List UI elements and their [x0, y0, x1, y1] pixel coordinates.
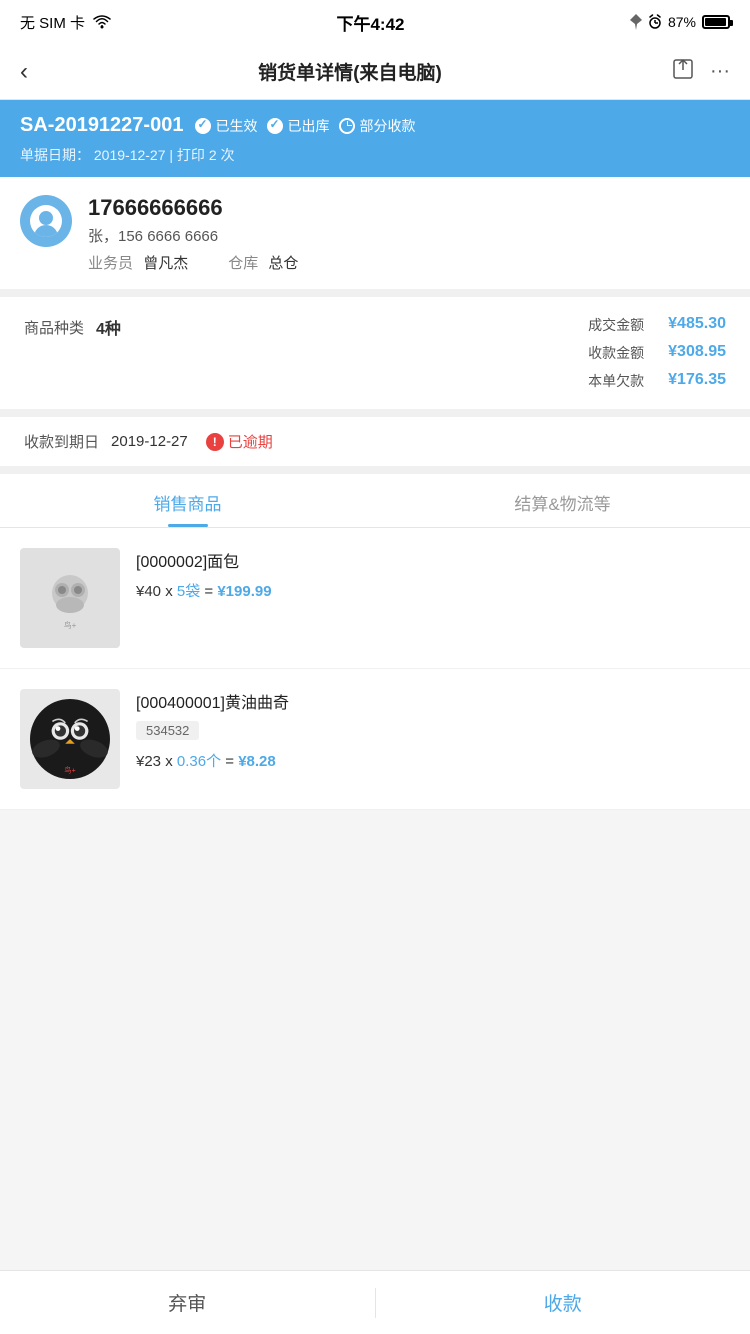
due-section: 收款到期日 2019-12-27 ! 已逾期 [0, 417, 750, 474]
product-item-2: 鸟+ [000400001]黄油曲奇 534532 ¥23 x 0.36个 = … [0, 669, 750, 810]
qty-2: 0.36个 [177, 753, 221, 770]
header-banner: SA-20191227-001 已生效 已出库 部分收款 单据日期： 2019-… [0, 100, 750, 177]
svg-text:鸟+: 鸟+ [64, 766, 75, 775]
location-icon [630, 14, 642, 30]
due-label: 收款到期日 [24, 431, 99, 452]
back-button[interactable]: ‹ [20, 58, 28, 86]
svg-text:鸟+: 鸟+ [64, 620, 77, 630]
salesperson-label: 业务员 [88, 255, 133, 272]
product-name-1: [0000002]面包 [136, 548, 730, 572]
received-row: 收款金额 ¥308.95 [588, 343, 726, 363]
overdue-icon: ! [206, 433, 224, 451]
warehouse-value: 总仓 [268, 255, 298, 272]
salesperson-field: 业务员 曾凡杰 [88, 252, 188, 273]
owed-label: 本单欠款 [588, 371, 644, 391]
total-1: ¥199.99 [217, 583, 271, 600]
due-date: 2019-12-27 [111, 433, 188, 450]
product-price-1: ¥40 x 5袋 = ¥199.99 [136, 580, 730, 601]
product-item: 鸟+ [0000002]面包 ¥40 x 5袋 = ¥199.99 [0, 528, 750, 669]
nav-actions: ··· [672, 58, 730, 86]
received-label: 收款金额 [588, 343, 644, 363]
category-value: 4种 [96, 315, 121, 339]
wifi-icon [93, 15, 111, 29]
check-icon-2 [267, 118, 283, 134]
summary-left: 商品种类 4种 [24, 315, 588, 391]
product-details-1: [0000002]面包 ¥40 x 5袋 = ¥199.99 [136, 548, 730, 601]
status-time: 下午4:42 [336, 10, 404, 35]
status-bar: 无 SIM 卡 下午4:42 87% [0, 0, 750, 44]
status-right: 87% [630, 14, 730, 30]
battery-icon [702, 15, 730, 29]
tab-settlement[interactable]: 结算&物流等 [375, 474, 750, 527]
bottom-bar: 弃审 收款 [0, 1270, 750, 1334]
customer-phone: 17666666666 [88, 195, 730, 221]
summary-section: 商品种类 4种 成交金额 ¥485.30 收款金额 ¥308.95 本单欠款 ¥… [0, 297, 750, 417]
carrier-text: 无 SIM 卡 [20, 12, 85, 33]
customer-meta: 业务员 曾凡杰 仓库 总仓 [88, 252, 730, 273]
clock-icon [339, 118, 355, 134]
amount-value: ¥485.30 [668, 315, 726, 335]
check-icon [195, 118, 211, 134]
amount-row: 成交金额 ¥485.30 [588, 315, 726, 335]
customer-section: 17666666666 张，156 6666 6666 业务员 曾凡杰 仓库 总… [0, 177, 750, 297]
product-list: 鸟+ [0000002]面包 ¥40 x 5袋 = ¥199.99 [0, 528, 750, 810]
owed-row: 本单欠款 ¥176.35 [588, 371, 726, 391]
customer-name: 张，156 6666 6666 [88, 225, 730, 246]
qty-1: 5袋 [177, 583, 200, 600]
price-text-1: ¥40 x [136, 583, 177, 600]
product-details-2: [000400001]黄油曲奇 534532 ¥23 x 0.36个 = ¥8.… [136, 689, 730, 771]
nav-bar: ‹ 销货单详情(来自电脑) ··· [0, 44, 750, 100]
product-tag-2: 534532 [136, 721, 199, 740]
total-2: ¥8.28 [238, 753, 276, 770]
page-title: 销货单详情(来自电脑) [258, 58, 442, 85]
alarm-icon [648, 14, 662, 30]
overdue-badge: ! 已逾期 [206, 431, 273, 452]
product-image-1: 鸟+ [20, 548, 120, 648]
owed-value: ¥176.35 [668, 371, 726, 391]
placeholder-img-1: 鸟+ [20, 548, 120, 648]
warehouse-label: 仓库 [228, 255, 258, 272]
overdue-text: 已逾期 [228, 431, 273, 452]
order-id: SA-20191227-001 [20, 114, 183, 137]
product-name-2: [000400001]黄油曲奇 [136, 689, 730, 713]
payment-button[interactable]: 收款 [376, 1289, 750, 1316]
category-row: 商品种类 4种 [24, 315, 588, 339]
avatar [20, 195, 72, 247]
product-tabs: 销售商品 结算&物流等 [0, 474, 750, 528]
badge-partial-pay: 部分收款 [339, 116, 415, 136]
salesperson-value: 曾凡杰 [143, 255, 188, 272]
status-left: 无 SIM 卡 [20, 12, 111, 33]
price-text-2: ¥23 x [136, 753, 177, 770]
order-meta: 单据日期： 2019-12-27 | 打印 2 次 [20, 145, 730, 165]
customer-info: 17666666666 张，156 6666 6666 业务员 曾凡杰 仓库 总… [88, 195, 730, 273]
badge-effective: 已生效 [195, 116, 257, 136]
warehouse-field: 仓库 总仓 [228, 252, 298, 273]
share-button[interactable] [672, 58, 694, 86]
received-value: ¥308.95 [668, 343, 726, 363]
battery-percent: 87% [668, 14, 696, 30]
product-image-2: 鸟+ [20, 689, 120, 789]
status-badges: 已生效 已出库 部分收款 [195, 116, 415, 136]
product-price-2: ¥23 x 0.36个 = ¥8.28 [136, 750, 730, 771]
category-label: 商品种类 [24, 317, 84, 338]
more-button[interactable]: ··· [710, 60, 730, 83]
summary-right: 成交金额 ¥485.30 收款金额 ¥308.95 本单欠款 ¥176.35 [588, 315, 726, 391]
product-thumbnail-2: 鸟+ [30, 699, 110, 779]
cancel-button[interactable]: 弃审 [0, 1289, 375, 1316]
tab-sales-product[interactable]: 销售商品 [0, 474, 375, 527]
badge-shipped: 已出库 [267, 116, 329, 136]
amount-label: 成交金额 [588, 315, 644, 335]
